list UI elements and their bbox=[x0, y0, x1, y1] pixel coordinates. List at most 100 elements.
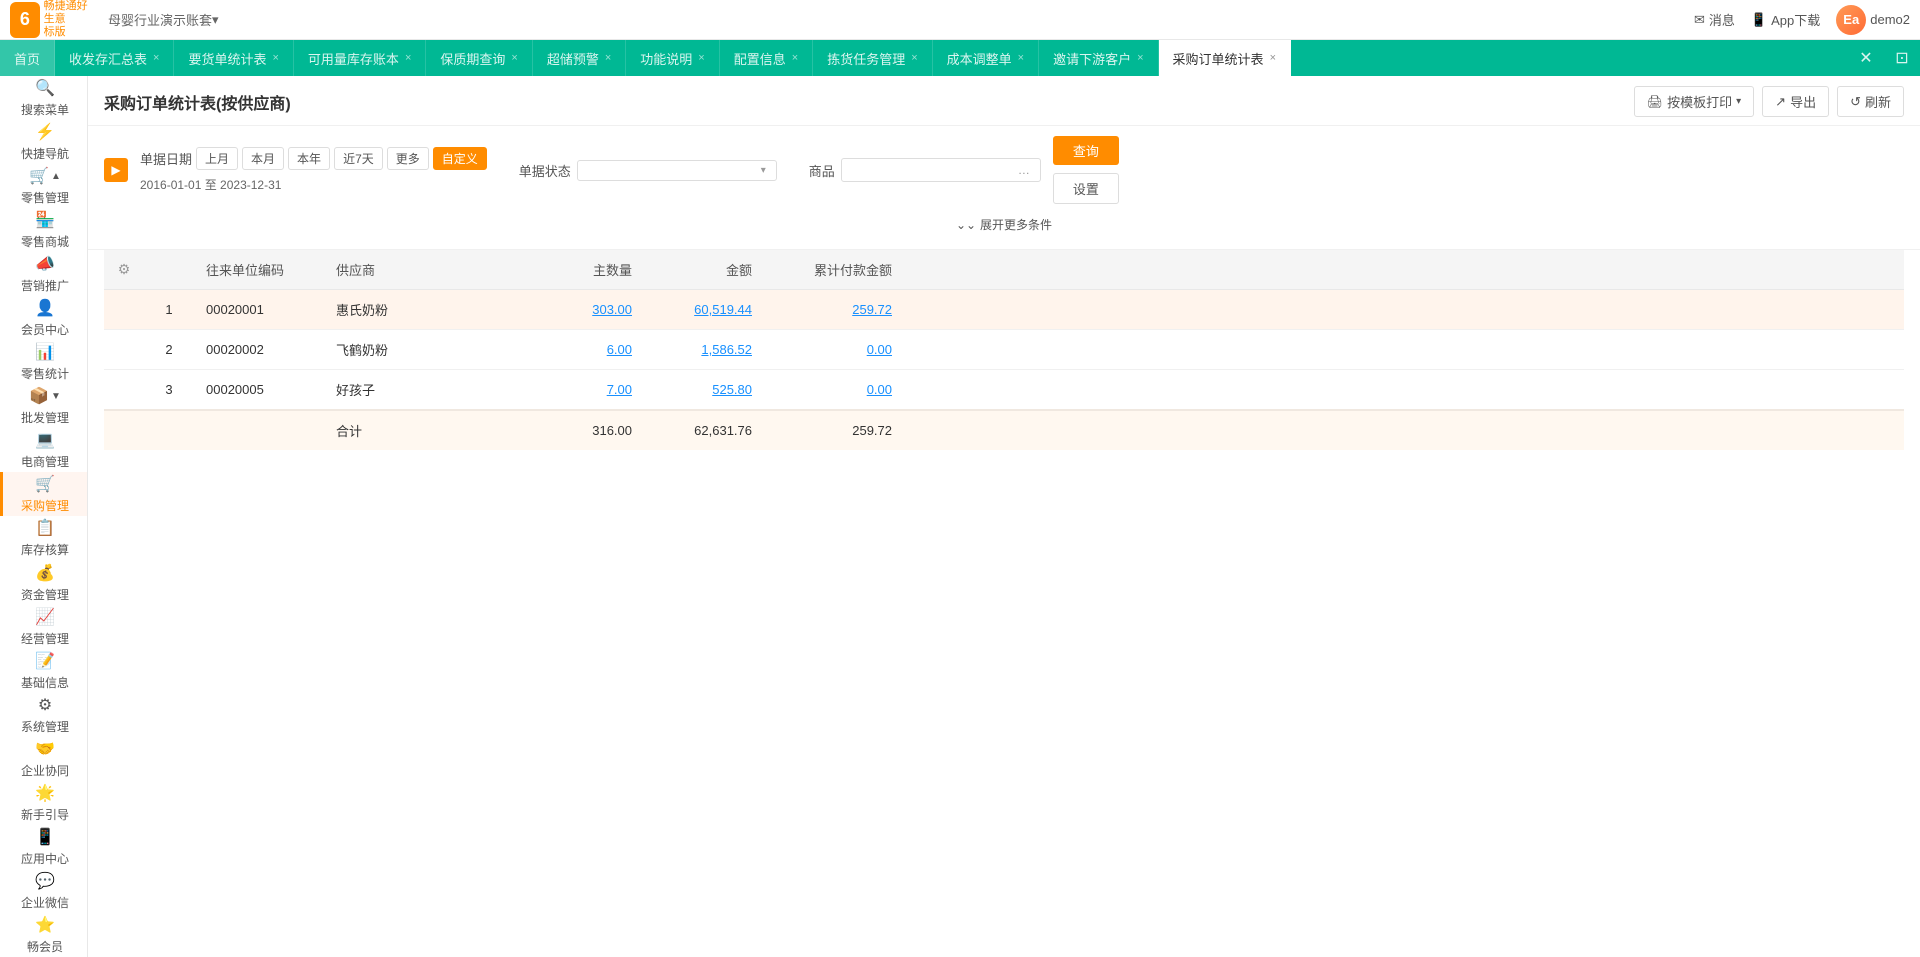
date-btn-this-month[interactable]: 本月 bbox=[242, 147, 284, 170]
th-qty: 主数量 bbox=[524, 250, 644, 290]
main-content: 采购订单统计表(按供应商) 🖨 按模板打印 ▾ ↗ 导出 ↺ 刷新 bbox=[88, 76, 1920, 957]
settings-button[interactable]: 设置 bbox=[1053, 173, 1119, 204]
date-filter-section: 单据日期 上月 本月 本年 近7天 更多 自定义 2016-01-01 至 20… bbox=[140, 147, 487, 193]
query-button[interactable]: 查询 bbox=[1053, 136, 1119, 165]
breadcrumb-selector[interactable]: 母婴行业演示账套 ▾ bbox=[108, 10, 219, 29]
sidebar-item-app-center[interactable]: 📱 应用中心 bbox=[0, 825, 87, 869]
inventory-icon: 📋 bbox=[35, 518, 55, 538]
th-supplier: 供应商 bbox=[324, 250, 524, 290]
query-btn-section: 查询 设置 bbox=[1053, 136, 1119, 204]
export-label: 导出 bbox=[1790, 92, 1816, 111]
nav-tabs: 首页 收发存汇总表 × 要货单统计表 × 可用量库存账本 × 保质期查询 × 超… bbox=[0, 40, 1920, 76]
tab-invite-downstream[interactable]: 邀请下游客户 × bbox=[1039, 40, 1158, 76]
tab-close-icon[interactable]: × bbox=[911, 52, 917, 64]
footer-row: 合计 316.00 62,631.76 259.72 bbox=[104, 410, 1904, 450]
sidebar-item-retail-shop[interactable]: 🏪 零售商城 bbox=[0, 208, 87, 252]
tab-cost-adjust[interactable]: 成本调整单 × bbox=[933, 40, 1039, 76]
sidebar-item-retail[interactable]: 🛒 ▲ 零售管理 bbox=[0, 164, 87, 208]
sidebar-item-search[interactable]: 🔍 搜索菜单 bbox=[0, 76, 87, 120]
th-extra bbox=[904, 250, 1904, 290]
logo: 6 畅捷通好生意 标版 bbox=[10, 0, 98, 39]
tab-close-icon[interactable]: × bbox=[405, 52, 411, 64]
td-paid: 0.00 bbox=[764, 370, 904, 411]
sidebar-item-vip[interactable]: ⭐ 畅会员 bbox=[0, 913, 87, 957]
tab-order-summary[interactable]: 要货单统计表 × bbox=[174, 40, 293, 76]
app-download-button[interactable]: 📱 App下载 bbox=[1751, 10, 1820, 29]
filter-toggle-button[interactable]: ▶ bbox=[104, 158, 128, 182]
tab-close-icon[interactable]: × bbox=[792, 52, 798, 64]
user-menu-button[interactable]: Ea demo2 bbox=[1836, 5, 1910, 35]
expand-more-button[interactable]: ⌄⌄ 展开更多条件 bbox=[950, 210, 1058, 239]
goods-filter-label: 商品 bbox=[809, 161, 835, 180]
tab-home[interactable]: 首页 bbox=[0, 40, 55, 76]
sidebar-item-finance[interactable]: 💰 资金管理 bbox=[0, 561, 87, 605]
date-btn-last-month[interactable]: 上月 bbox=[196, 147, 238, 170]
date-range-display: 2016-01-01 至 2023-12-31 bbox=[140, 176, 281, 193]
tab-collect-summary[interactable]: 收发存汇总表 × bbox=[55, 40, 174, 76]
sidebar-item-new-guide[interactable]: 🌟 新手引导 bbox=[0, 781, 87, 825]
tab-inventory-ledger[interactable]: 可用量库存账本 × bbox=[294, 40, 426, 76]
tab-close-icon[interactable]: × bbox=[272, 52, 278, 64]
sidebar-item-operations[interactable]: 📈 经营管理 bbox=[0, 605, 87, 649]
goods-filter-group: 商品 … bbox=[809, 158, 1041, 182]
custom-date-tag[interactable]: 自定义 bbox=[433, 147, 487, 170]
tab-function-desc[interactable]: 功能说明 × bbox=[626, 40, 719, 76]
sidebar-item-inventory[interactable]: 📋 库存核算 bbox=[0, 516, 87, 560]
goods-more-icon[interactable]: … bbox=[1018, 163, 1030, 177]
sidebar-item-purchase[interactable]: 🛒 采购管理 bbox=[0, 472, 87, 516]
tab-warranty-query[interactable]: 保质期查询 × bbox=[426, 40, 532, 76]
tab-picking-task[interactable]: 拣货任务管理 × bbox=[813, 40, 932, 76]
new-guide-icon: 🌟 bbox=[35, 783, 55, 803]
tab-close-active-icon[interactable]: × bbox=[1270, 52, 1276, 64]
print-button[interactable]: 🖨 按模板打印 ▾ bbox=[1634, 86, 1755, 117]
page-header: 采购订单统计表(按供应商) 🖨 按模板打印 ▾ ↗ 导出 ↺ 刷新 bbox=[88, 76, 1920, 126]
logo-icon: 6 bbox=[10, 2, 40, 38]
table-row: 1 00020001 惠氏奶粉 303.00 60,519.44 259.72 bbox=[104, 290, 1904, 330]
tab-close-icon[interactable]: × bbox=[698, 52, 704, 64]
tab-config-info[interactable]: 配置信息 × bbox=[720, 40, 813, 76]
sidebar-arrow-icon: ▲ bbox=[51, 171, 61, 182]
filter-row: ▶ 单据日期 上月 本月 本年 近7天 更多 自定义 2016-01-01 至 … bbox=[104, 136, 1904, 204]
tab-purchase-summary[interactable]: 采购订单统计表 × bbox=[1159, 40, 1291, 76]
column-settings-icon[interactable]: ⚙ bbox=[118, 261, 131, 277]
tab-close-icon[interactable]: × bbox=[1137, 52, 1143, 64]
sidebar-item-basic-info[interactable]: 📝 基础信息 bbox=[0, 649, 87, 693]
tab-close-icon[interactable]: × bbox=[605, 52, 611, 64]
page-container: 采购订单统计表(按供应商) 🖨 按模板打印 ▾ ↗ 导出 ↺ 刷新 bbox=[88, 76, 1920, 957]
tab-overstock-warning[interactable]: 超储预警 × bbox=[533, 40, 626, 76]
page-actions: 🖨 按模板打印 ▾ ↗ 导出 ↺ 刷新 bbox=[1634, 86, 1904, 117]
table-footer: 合计 316.00 62,631.76 259.72 bbox=[104, 410, 1904, 450]
date-btn-more[interactable]: 更多 bbox=[387, 147, 429, 170]
finance-icon: 💰 bbox=[35, 563, 55, 583]
goods-input[interactable]: … bbox=[841, 158, 1041, 182]
sidebar-item-wholesale[interactable]: 📦 ▼ 批发管理 bbox=[0, 384, 87, 428]
td-paid: 259.72 bbox=[764, 290, 904, 330]
sidebar-item-shortcut[interactable]: ⚡ 快捷导航 bbox=[0, 120, 87, 164]
sidebar-item-enterprise[interactable]: 🤝 企业协同 bbox=[0, 737, 87, 781]
sidebar-item-members[interactable]: 👤 会员中心 bbox=[0, 296, 87, 340]
status-select[interactable]: ▾ bbox=[577, 160, 777, 181]
tab-expand-button[interactable]: ⊡ bbox=[1884, 40, 1920, 76]
table-container: ⚙ 往来单位编码 供应商 主数量 金额 累计付款金额 bbox=[88, 250, 1920, 466]
tab-close-all-button[interactable]: ✕ bbox=[1848, 40, 1884, 76]
tab-close-icon[interactable]: × bbox=[511, 52, 517, 64]
message-label: 消息 bbox=[1709, 10, 1735, 29]
print-label: 按模板打印 bbox=[1667, 92, 1732, 111]
sidebar-item-retail-stats[interactable]: 📊 零售统计 bbox=[0, 340, 87, 384]
sidebar-item-label: 基础信息 bbox=[21, 674, 69, 691]
date-btn-7days[interactable]: 近7天 bbox=[334, 147, 383, 170]
date-btn-this-year[interactable]: 本年 bbox=[288, 147, 330, 170]
footer-paid: 259.72 bbox=[764, 410, 904, 450]
sidebar-item-system[interactable]: ⚙ 系统管理 bbox=[0, 693, 87, 737]
tab-label: 超储预警 bbox=[547, 49, 599, 68]
tab-label: 要货单统计表 bbox=[188, 49, 266, 68]
sidebar-item-ecommerce[interactable]: 💻 电商管理 bbox=[0, 428, 87, 472]
message-button[interactable]: ✉ 消息 bbox=[1694, 10, 1735, 29]
sidebar-item-marketing[interactable]: 📣 营销推广 bbox=[0, 252, 87, 296]
export-button[interactable]: ↗ 导出 bbox=[1762, 86, 1829, 117]
tab-close-icon[interactable]: × bbox=[1018, 52, 1024, 64]
refresh-button[interactable]: ↺ 刷新 bbox=[1837, 86, 1904, 117]
tab-label: 配置信息 bbox=[734, 49, 786, 68]
tab-close-icon[interactable]: × bbox=[153, 52, 159, 64]
sidebar-item-wechat[interactable]: 💬 企业微信 bbox=[0, 869, 87, 913]
